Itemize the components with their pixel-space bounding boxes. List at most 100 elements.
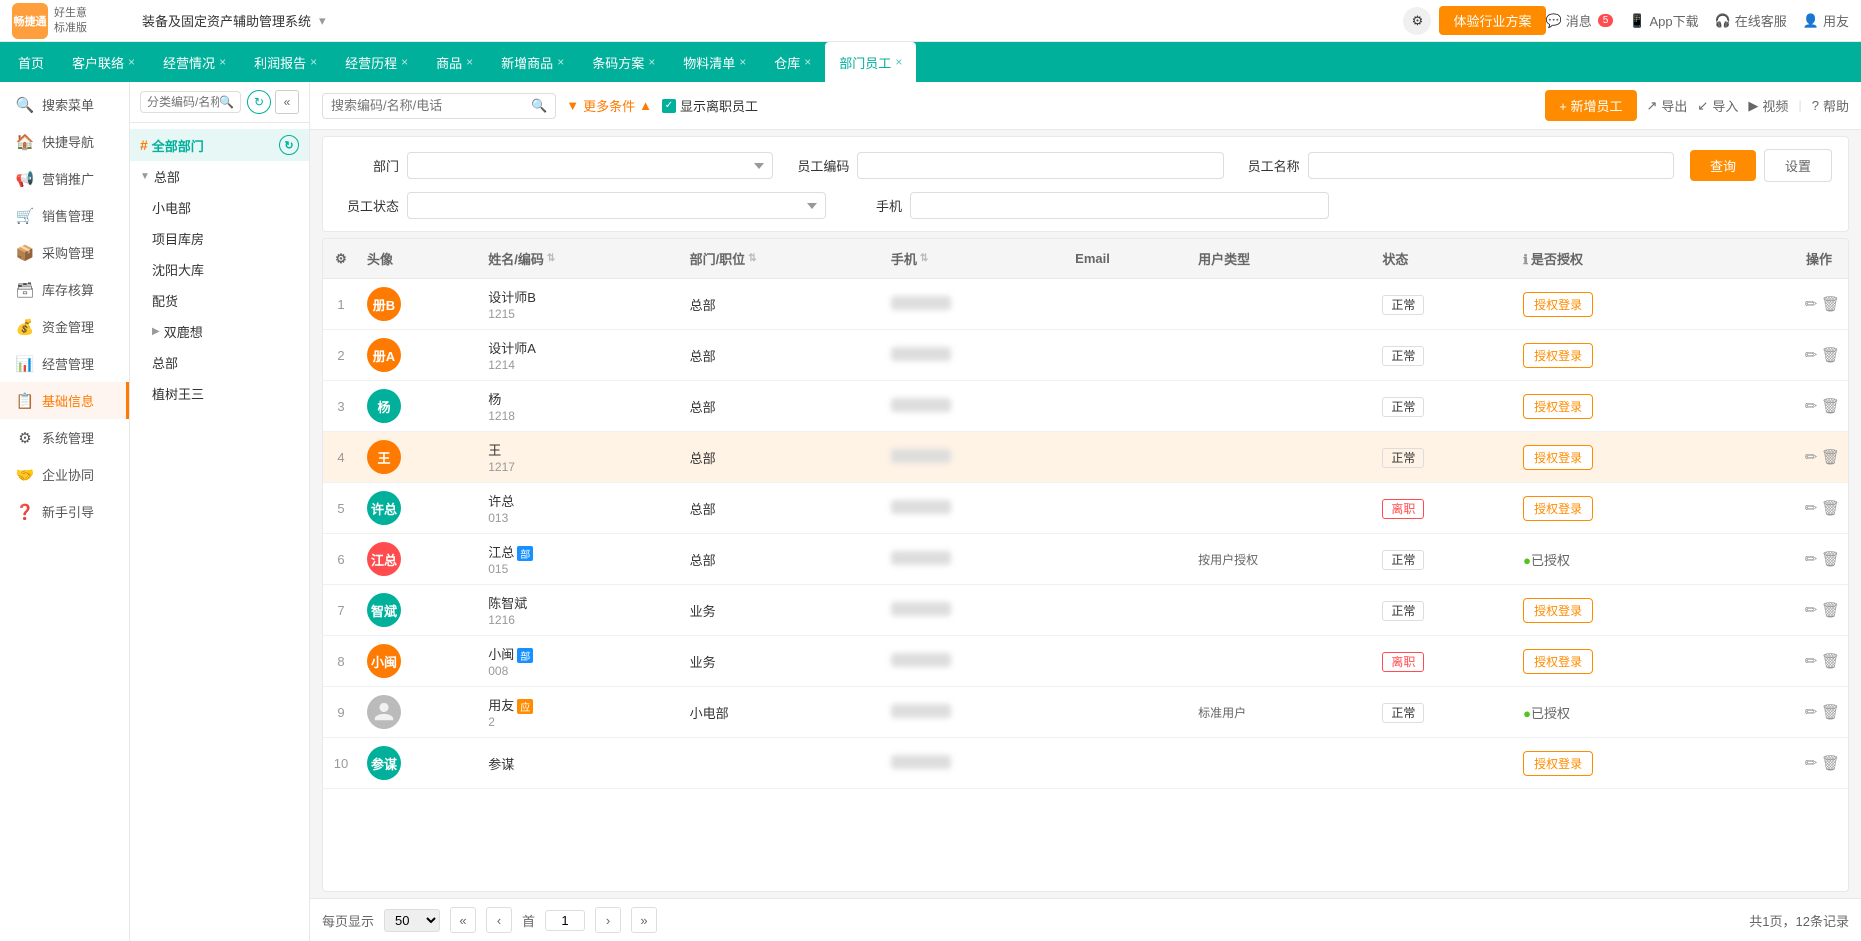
delete-button[interactable]: 🗑: [1821, 551, 1840, 568]
online-service-btn[interactable]: 🎧 在线客服: [1715, 11, 1787, 30]
sidebar-item-quicknav[interactable]: 🏠 快捷导航: [0, 123, 129, 160]
phone-input[interactable]: [910, 192, 1329, 219]
sidebar-item-purchase[interactable]: 📦 采购管理: [0, 234, 129, 271]
th-settings[interactable]: ⚙: [323, 239, 359, 279]
next-page-button[interactable]: ›: [595, 907, 621, 933]
dept-select[interactable]: [407, 152, 773, 179]
sidebar-item-operation[interactable]: 📊 经营管理: [0, 345, 129, 382]
dept-collapse-button[interactable]: «: [275, 90, 299, 114]
delete-button[interactable]: 🗑: [1821, 500, 1840, 517]
add-employee-button[interactable]: + 新增员工: [1545, 90, 1636, 121]
delete-button[interactable]: 🗑: [1821, 704, 1840, 721]
dept-item-shuanglu[interactable]: ▶ 双鹿想: [130, 316, 309, 347]
delete-button[interactable]: 🗑: [1821, 755, 1840, 772]
sidebar-item-guide[interactable]: ❓ 新手引导: [0, 493, 129, 530]
nav-item-goods[interactable]: 商品 ×: [422, 42, 487, 82]
nav-item-profit[interactable]: 利润报告 ×: [240, 42, 331, 82]
show-resigned-toggle[interactable]: ✓ 显示离职员工: [662, 96, 758, 115]
auth-login-button[interactable]: 授权登录: [1523, 751, 1593, 776]
edit-button[interactable]: ✏: [1805, 653, 1818, 670]
search-submit-icon[interactable]: 🔍: [531, 98, 547, 114]
dept-item-zhishu[interactable]: 植树王三: [130, 378, 309, 409]
status-select[interactable]: [407, 192, 826, 219]
import-button[interactable]: ↙ 导入: [1697, 96, 1738, 115]
edit-button[interactable]: ✏: [1805, 347, 1818, 364]
auth-login-button[interactable]: 授权登录: [1523, 649, 1593, 674]
edit-button[interactable]: ✏: [1805, 296, 1818, 313]
sidebar-item-inventory[interactable]: 🗃 库存核算: [0, 271, 129, 308]
edit-button[interactable]: ✏: [1805, 398, 1818, 415]
nav-item-warehouse[interactable]: 仓库 ×: [760, 42, 825, 82]
emp-name-input[interactable]: [1308, 152, 1674, 179]
emp-code-input[interactable]: [857, 152, 1223, 179]
auth-login-button[interactable]: 授权登录: [1523, 445, 1593, 470]
dept-search-input[interactable]: [147, 95, 219, 109]
last-page-button[interactable]: »: [631, 907, 657, 933]
delete-button[interactable]: 🗑: [1821, 449, 1840, 466]
more-filter-button[interactable]: ▼ 更多条件 ▲: [566, 96, 652, 115]
auth-login-button[interactable]: 授权登录: [1523, 292, 1593, 317]
edit-button[interactable]: ✏: [1805, 755, 1818, 772]
edit-button[interactable]: ✏: [1805, 704, 1818, 721]
nav-item-home[interactable]: 首页: [4, 42, 58, 82]
filter-row-2: 员工状态 手机: [339, 192, 1832, 219]
delete-button[interactable]: 🗑: [1821, 653, 1840, 670]
edit-button[interactable]: ✏: [1805, 500, 1818, 517]
dept-item-small-electric[interactable]: 小电部: [130, 192, 309, 223]
nav-item-customer[interactable]: 客户联络 ×: [58, 42, 149, 82]
auth-login-button[interactable]: 授权登录: [1523, 394, 1593, 419]
cell-email: [1067, 279, 1190, 330]
nav-item-barcode[interactable]: 条码方案 ×: [578, 42, 669, 82]
video-button[interactable]: ▶ 视频: [1748, 96, 1788, 115]
export-button[interactable]: ↗ 导出: [1647, 96, 1688, 115]
set-button[interactable]: 设置: [1764, 149, 1832, 182]
search-input[interactable]: [331, 98, 531, 113]
page-number-input[interactable]: [545, 910, 585, 931]
sidebar-item-search[interactable]: 🔍 搜索菜单: [0, 86, 129, 123]
dropdown-arrow-icon[interactable]: ▾: [319, 13, 326, 29]
dept-all-item[interactable]: # 全部部门 ↻: [130, 129, 309, 161]
edit-button[interactable]: ✏: [1805, 551, 1818, 568]
dept-item-shenyang[interactable]: 沈阳大库: [130, 254, 309, 285]
nav-item-process[interactable]: 经营历程 ×: [331, 42, 422, 82]
message-btn[interactable]: 💬 消息 5: [1546, 11, 1614, 30]
dept-item-distribution[interactable]: 配货: [130, 285, 309, 316]
edit-button[interactable]: ✏: [1805, 449, 1818, 466]
employee-code: 1218: [488, 409, 515, 423]
trial-button[interactable]: 体验行业方案: [1439, 6, 1545, 35]
help-button[interactable]: ? 帮助: [1812, 96, 1849, 115]
auth-login-button[interactable]: 授权登录: [1523, 598, 1593, 623]
dept-refresh-button[interactable]: ↻: [247, 90, 271, 114]
settings-icon[interactable]: ⚙: [1403, 7, 1431, 35]
th-dept[interactable]: 部门/职位 ⇅: [682, 239, 883, 279]
sidebar-item-marketing[interactable]: 📢 营销推广: [0, 160, 129, 197]
nav-item-add-goods[interactable]: 新增商品 ×: [487, 42, 578, 82]
nav-item-operation[interactable]: 经营情况 ×: [149, 42, 240, 82]
edit-button[interactable]: ✏: [1805, 602, 1818, 619]
dept-item-head2[interactable]: 总部: [130, 347, 309, 378]
nav-item-bom[interactable]: 物料清单 ×: [669, 42, 760, 82]
dept-item-head[interactable]: ▼ 总部: [130, 161, 309, 192]
delete-button[interactable]: 🗑: [1821, 398, 1840, 415]
sidebar-item-collab[interactable]: 🤝 企业协同: [0, 456, 129, 493]
auth-login-button[interactable]: 授权登录: [1523, 496, 1593, 521]
sidebar-item-system[interactable]: ⚙ 系统管理: [0, 419, 129, 456]
th-phone[interactable]: 手机 ⇅: [883, 239, 1067, 279]
app-download-btn[interactable]: 📱 App下载: [1629, 11, 1698, 30]
prev-page-button[interactable]: ‹: [486, 907, 512, 933]
auth-login-button[interactable]: 授权登录: [1523, 343, 1593, 368]
dept-item-project[interactable]: 项目库房: [130, 223, 309, 254]
query-button[interactable]: 查询: [1690, 150, 1756, 181]
th-name[interactable]: 姓名/编码 ⇅: [480, 239, 681, 279]
delete-button[interactable]: 🗑: [1821, 602, 1840, 619]
first-page-button[interactable]: «: [450, 907, 476, 933]
delete-button[interactable]: 🗑: [1821, 347, 1840, 364]
sidebar-item-capital[interactable]: 💰 资金管理: [0, 308, 129, 345]
refresh-circle-icon[interactable]: ↻: [279, 135, 299, 155]
nav-item-staff[interactable]: 部门员工 ×: [825, 42, 916, 82]
user-avatar[interactable]: 👤 用友: [1803, 11, 1849, 30]
page-size-select[interactable]: 50 20 100: [384, 909, 440, 932]
sidebar-item-sales[interactable]: 🛒 销售管理: [0, 197, 129, 234]
delete-button[interactable]: 🗑: [1821, 296, 1840, 313]
sidebar-item-basic[interactable]: 📋 基础信息: [0, 382, 129, 419]
